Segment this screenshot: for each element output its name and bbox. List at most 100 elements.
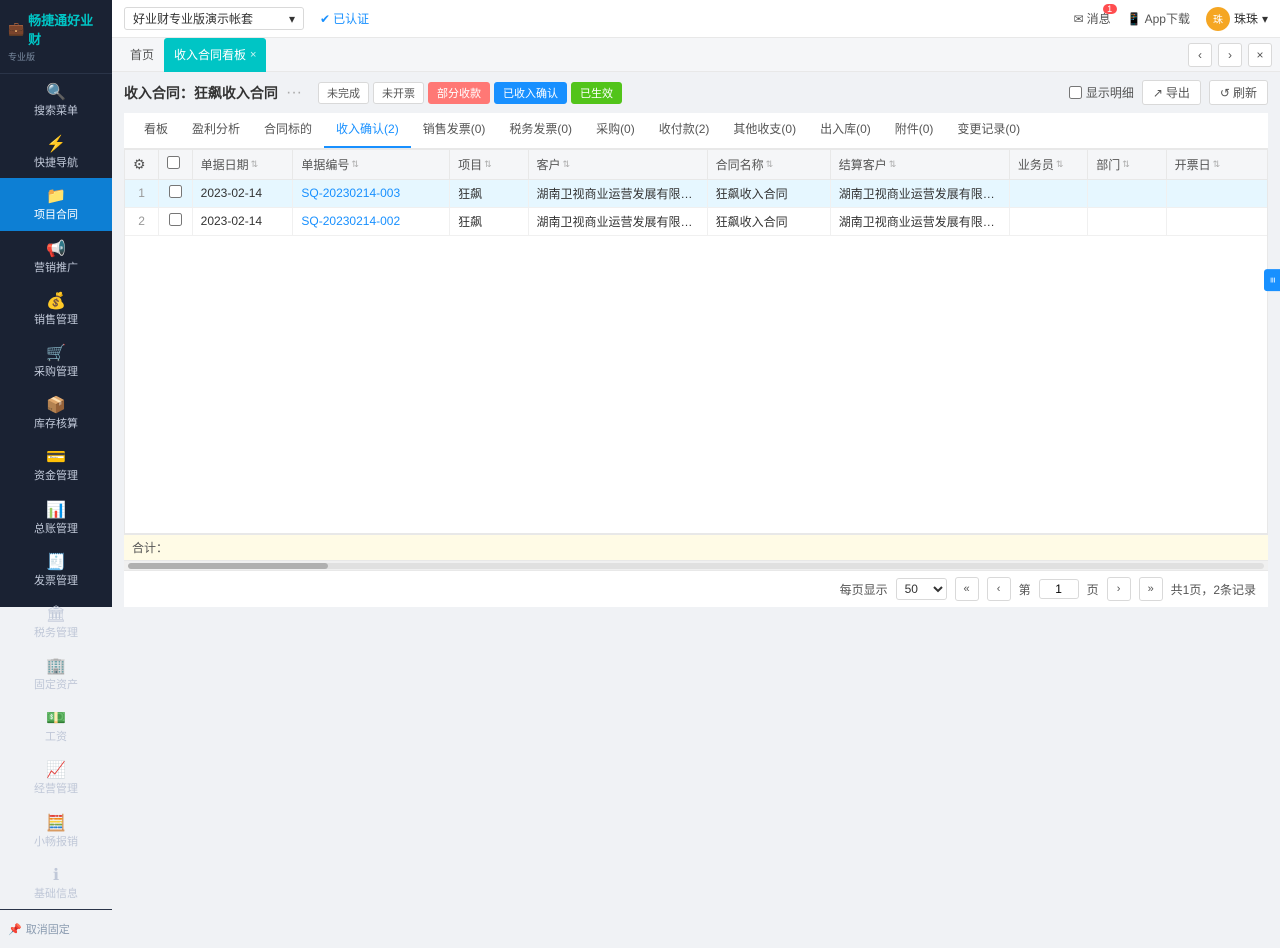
th-gear[interactable]: ⚙: [125, 150, 159, 180]
subtab-8[interactable]: 其他收支(0): [721, 113, 808, 148]
sidebar-item-0[interactable]: 🔍 搜索菜单: [0, 74, 112, 126]
status-btn-0[interactable]: 未完成: [318, 82, 369, 104]
app-download-button[interactable]: 📱 App下载: [1127, 10, 1190, 27]
cell-1-result_customer: 湖南卫视商业运营发展有限公司: [830, 207, 1009, 235]
check-icon: ✔: [320, 12, 330, 26]
tab-close-all-button[interactable]: ×: [1248, 43, 1272, 67]
status-btn-2[interactable]: 部分收款: [428, 82, 490, 104]
subtab-4[interactable]: 销售发票(0): [411, 113, 498, 148]
more-options-button[interactable]: ···: [286, 84, 302, 102]
subtab-3[interactable]: 收入确认(2): [324, 113, 411, 148]
status-buttons: 未完成未开票部分收款已收入确认已生效: [318, 82, 622, 104]
unpin-label: 取消固定: [26, 921, 70, 937]
tab-close-button[interactable]: ×: [250, 38, 256, 72]
subtab-9[interactable]: 出入库(0): [808, 113, 883, 148]
tab-prev-button[interactable]: ‹: [1188, 43, 1212, 67]
sidebar-item-1[interactable]: ⚡ 快捷导航: [0, 126, 112, 178]
cell-1-salesman: [1009, 207, 1087, 235]
page-input[interactable]: [1039, 579, 1079, 599]
row-checkbox-1[interactable]: [169, 213, 182, 226]
table-settings-button[interactable]: ⚙: [133, 156, 146, 173]
sidebar-item-2[interactable]: 📁 项目合同: [0, 178, 112, 230]
horizontal-scrollbar[interactable]: [124, 560, 1268, 570]
home-tab[interactable]: 首页: [120, 38, 164, 72]
sidebar-label-14: 小畅报销: [34, 836, 78, 849]
subtab-5[interactable]: 税务发票(0): [497, 113, 584, 148]
sidebar-item-6[interactable]: 📦 库存核算: [0, 387, 112, 439]
sidebar-item-3[interactable]: 📢 营销推广: [0, 231, 112, 283]
sidebar-label-9: 发票管理: [34, 575, 78, 588]
sidebar-item-4[interactable]: 💰 销售管理: [0, 283, 112, 335]
sidebar-item-11[interactable]: 🏢 固定资产: [0, 648, 112, 700]
th-opendate[interactable]: 开票日⇅: [1166, 150, 1267, 180]
subtab-0[interactable]: 看板: [132, 113, 180, 148]
sidebar-item-12[interactable]: 💵 工资: [0, 700, 112, 752]
subtab-10[interactable]: 附件(0): [883, 113, 946, 148]
sidebar-item-15[interactable]: ℹ 基础信息: [0, 857, 112, 909]
sidebar-unpin-button[interactable]: 📌 取消固定: [0, 916, 112, 942]
subtab-1[interactable]: 盈利分析: [180, 113, 252, 148]
sidebar-item-5[interactable]: 🛒 采购管理: [0, 335, 112, 387]
row-checkbox-0[interactable]: [169, 185, 182, 198]
sidebar-bottom: 📌 取消固定: [0, 909, 112, 948]
th-customer[interactable]: 客户⇅: [528, 150, 707, 180]
subtab-2[interactable]: 合同标的: [252, 113, 324, 148]
subtab-11[interactable]: 变更记录(0): [945, 113, 1032, 148]
sidebar-item-8[interactable]: 📊 总账管理: [0, 492, 112, 544]
cell-0-ordernum[interactable]: SQ-20230214-003: [293, 179, 450, 207]
th-salesman[interactable]: 业务员⇅: [1009, 150, 1087, 180]
table-row[interactable]: 12023-02-14SQ-20230214-003狂飙湖南卫视商业运营发展有限…: [125, 179, 1267, 207]
next-page-button[interactable]: ›: [1107, 577, 1131, 601]
subtabs: 看板盈利分析合同标的收入确认(2)销售发票(0)税务发票(0)采购(0)收付款(…: [124, 113, 1268, 149]
cell-1-0: 2: [125, 207, 159, 235]
th-ordernum[interactable]: 单据编号⇅: [293, 150, 450, 180]
th-result_customer[interactable]: 结算客户⇅: [830, 150, 1009, 180]
tab-next-button[interactable]: ›: [1218, 43, 1242, 67]
cell-0-result_customer: 湖南卫视商业运营发展有限公司: [830, 179, 1009, 207]
status-btn-4[interactable]: 已生效: [571, 82, 622, 104]
sidebar-item-10[interactable]: 🏛 税务管理: [0, 596, 112, 648]
prev-page-button[interactable]: ‹: [987, 577, 1011, 601]
show-detail-checkbox[interactable]: 显示明细: [1069, 84, 1134, 101]
subtab-6[interactable]: 采购(0): [584, 113, 647, 148]
sidebar-label-5: 采购管理: [34, 366, 78, 379]
subtab-7[interactable]: 收付款(2): [647, 113, 722, 148]
cell-1-ordernum[interactable]: SQ-20230214-002: [293, 207, 450, 235]
order-link-0[interactable]: SQ-20230214-003: [301, 186, 400, 200]
th-date[interactable]: 单据日期⇅: [192, 150, 293, 180]
export-button[interactable]: ↗ 导出: [1142, 80, 1201, 105]
th-contract[interactable]: 合同名称⇅: [707, 150, 830, 180]
th-project[interactable]: 项目⇅: [450, 150, 528, 180]
order-link-1[interactable]: SQ-20230214-002: [301, 214, 400, 228]
cell-0-1[interactable]: [159, 179, 193, 207]
sidebar-label-1: 快捷导航: [34, 157, 78, 170]
table-footer: 合计：: [124, 534, 1268, 560]
th-dept[interactable]: 部门⇅: [1088, 150, 1166, 180]
sidebar-label-11: 固定资产: [34, 679, 78, 692]
user-menu[interactable]: 珠 珠珠 ▾: [1206, 7, 1268, 31]
cell-1-1[interactable]: [159, 207, 193, 235]
sidebar-item-14[interactable]: 🧮 小畅报销: [0, 805, 112, 857]
right-panel-toggle[interactable]: ≡: [1264, 269, 1268, 291]
scrollbar-thumb[interactable]: [128, 563, 328, 569]
topbar-right: ✉ 1 消息 📱 App下载 珠 珠珠 ▾: [1074, 7, 1268, 31]
per-page-select[interactable]: 102050100: [896, 578, 947, 600]
status-btn-1[interactable]: 未开票: [373, 82, 424, 104]
status-btn-3[interactable]: 已收入确认: [494, 82, 567, 104]
sidebar-item-13[interactable]: 📈 经营管理: [0, 752, 112, 804]
active-tab[interactable]: 收入合同看板 ×: [164, 38, 266, 72]
table-row[interactable]: 22023-02-14SQ-20230214-002狂飙湖南卫视商业运营发展有限…: [125, 207, 1267, 235]
sidebar-item-7[interactable]: 💳 资金管理: [0, 439, 112, 491]
message-button[interactable]: ✉ 1 消息: [1074, 10, 1111, 27]
select-all-checkbox[interactable]: [167, 156, 180, 169]
sidebar-icon-13: 📈: [46, 760, 66, 780]
first-page-button[interactable]: «: [955, 577, 979, 601]
sidebar-label-6: 库存核算: [34, 418, 78, 431]
company-selector[interactable]: 好业财专业版演示帐套 ▾: [124, 7, 304, 30]
sidebar-item-9[interactable]: 🧾 发票管理: [0, 544, 112, 596]
sidebar-icon-5: 🛒: [46, 343, 66, 363]
last-page-button[interactable]: »: [1139, 577, 1163, 601]
refresh-button[interactable]: ↺ 刷新: [1209, 80, 1268, 105]
verified-badge: ✔ 已认证: [320, 10, 369, 27]
sidebar-icon-0: 🔍: [46, 82, 66, 102]
